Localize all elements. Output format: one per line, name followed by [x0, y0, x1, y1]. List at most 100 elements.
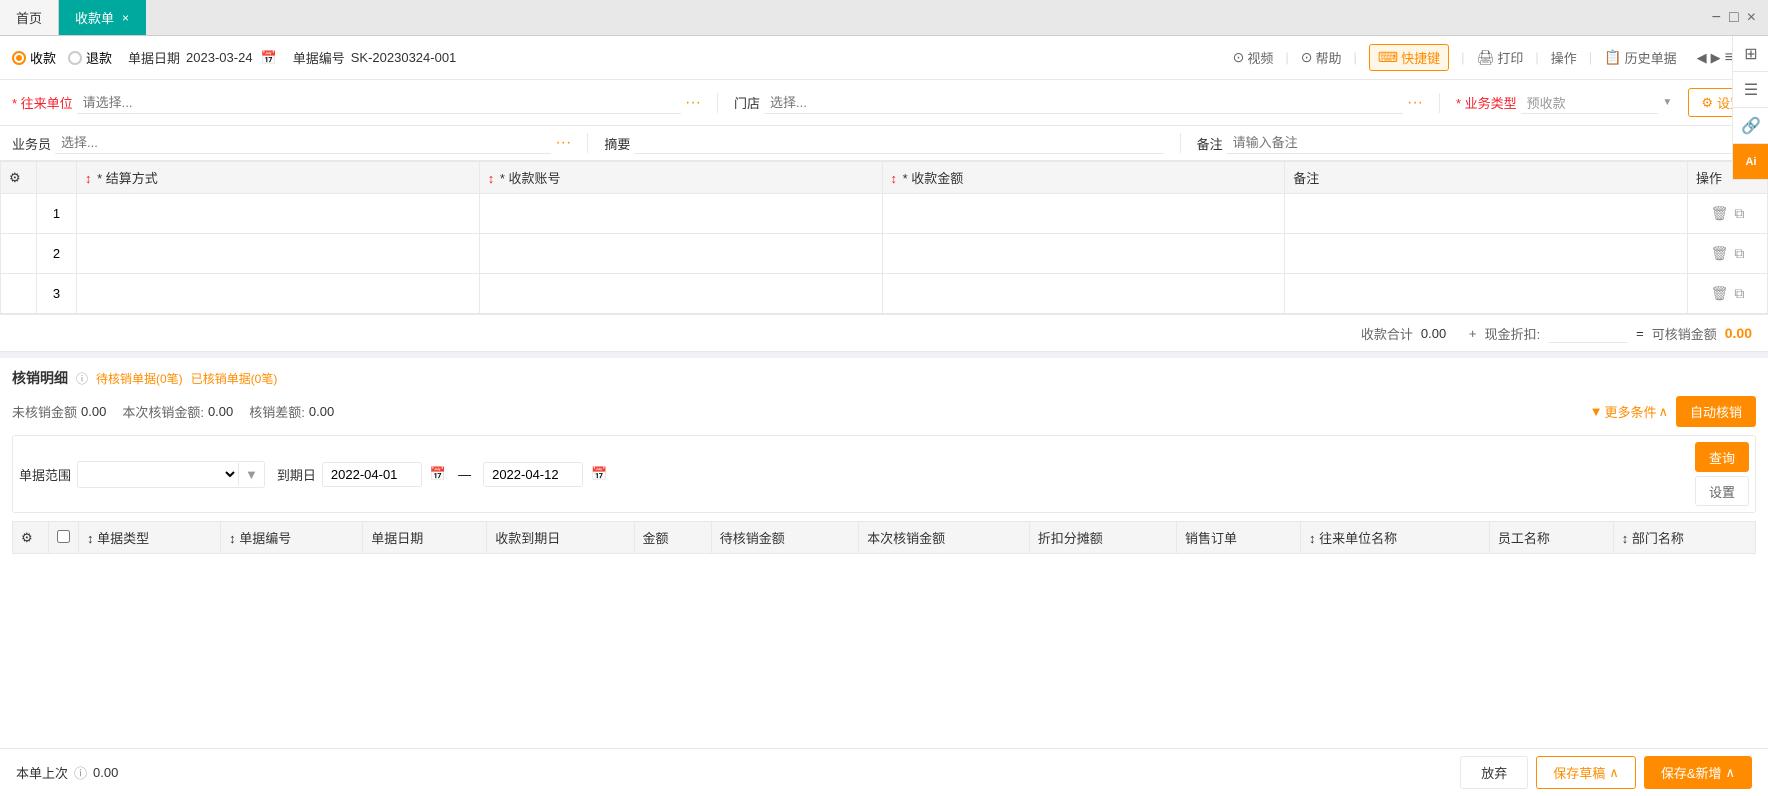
bottom-checkbox-header[interactable]: [49, 522, 79, 554]
row2-account[interactable]: [479, 234, 882, 274]
window-max-icon[interactable]: □: [1729, 9, 1739, 27]
shortcut-icon: ⌨: [1378, 49, 1398, 66]
row3-account-input[interactable]: [480, 274, 882, 313]
shortcut-btn[interactable]: ⌨ 快捷键: [1369, 44, 1449, 71]
range-select[interactable]: [78, 462, 238, 487]
counterpart-more-icon[interactable]: ···: [685, 94, 701, 112]
tab-home[interactable]: 首页: [0, 0, 59, 35]
table-row: 3 🗑 ⧉: [1, 274, 1768, 314]
sidebar-link-icon[interactable]: 🔗: [1733, 108, 1768, 144]
nav-left-icon[interactable]: ◀: [1697, 50, 1707, 66]
done-tab[interactable]: 已核销单据(0笔): [191, 370, 278, 387]
row2-notes[interactable]: [1285, 234, 1688, 274]
store-label: 门店: [734, 93, 760, 112]
bottom-gear-header[interactable]: ⚙: [13, 522, 49, 554]
pending-tab[interactable]: 待核销单据(0笔): [96, 370, 183, 387]
form-row-1: * 往来单位 ··· 门店 ··· * 业务类型 ▼ ⚙ 设置: [0, 80, 1768, 126]
row3-amount-input[interactable]: [883, 274, 1285, 313]
row2-delete-icon[interactable]: 🗑: [1711, 245, 1729, 262]
row3-num: 3: [37, 274, 77, 314]
row1-ops-group: 🗑 ⧉: [1688, 205, 1767, 222]
counterpart-field: * 往来单位 ···: [12, 92, 701, 114]
notes-field: 备注: [1197, 132, 1756, 154]
select-all-checkbox[interactable]: [57, 530, 70, 543]
tab-active[interactable]: 收款单 ×: [59, 0, 146, 35]
date-from-input[interactable]: [322, 462, 422, 487]
row1-amount[interactable]: [882, 194, 1285, 234]
help-btn[interactable]: ⊙ 帮助: [1301, 48, 1342, 67]
sep2: [1439, 93, 1440, 113]
row2-amount[interactable]: [882, 234, 1285, 274]
table-gear-header[interactable]: ⚙: [1, 162, 37, 194]
business-type-dropdown-icon[interactable]: ▼: [1662, 97, 1672, 108]
row2-settlement[interactable]: [77, 234, 480, 274]
row1-num: 1: [37, 194, 77, 234]
row2-account-input[interactable]: [480, 234, 882, 273]
notes-input[interactable]: [1227, 132, 1756, 154]
tab-close-icon[interactable]: ×: [122, 11, 129, 25]
date-to-input[interactable]: [483, 462, 583, 487]
row1-notes-input[interactable]: [1285, 194, 1687, 233]
row1-delete-icon[interactable]: 🗑: [1711, 205, 1729, 222]
range-dropdown-icon[interactable]: ▼: [238, 463, 264, 486]
footer-help-icon[interactable]: ⓘ: [74, 763, 87, 782]
help-label: 帮助: [1316, 48, 1342, 67]
operation-btn[interactable]: 操作: [1551, 48, 1577, 67]
row3-settlement[interactable]: [77, 274, 480, 314]
sidebar-table-icon[interactable]: ⊞: [1733, 36, 1768, 72]
row1-copy-icon[interactable]: ⧉: [1734, 205, 1744, 222]
store-input[interactable]: [764, 92, 1403, 114]
store-more-icon[interactable]: ···: [1407, 94, 1423, 112]
sidebar-ai-icon[interactable]: Ai: [1733, 144, 1768, 180]
counterpart-label: * 往来单位: [12, 93, 73, 112]
salesman-more-icon[interactable]: ···: [555, 134, 571, 152]
video-btn[interactable]: ⊙ 视频: [1233, 48, 1274, 67]
row3-amount[interactable]: [882, 274, 1285, 314]
counterpart-input[interactable]: [77, 92, 681, 114]
total-value: 0.00: [1421, 326, 1461, 341]
date-icon[interactable]: 📅: [261, 50, 277, 66]
row2-amount-input[interactable]: [883, 234, 1285, 273]
verify-help-icon[interactable]: ⓘ: [76, 370, 88, 387]
row1-notes[interactable]: [1285, 194, 1688, 234]
row2-copy-icon[interactable]: ⧉: [1734, 245, 1744, 262]
print-btn[interactable]: 🖨 打印: [1477, 48, 1524, 67]
nav-right-icon[interactable]: ▶: [1711, 50, 1721, 66]
salesman-input[interactable]: [55, 132, 551, 154]
history-btn[interactable]: 📋 历史单据: [1604, 48, 1676, 67]
discount-input[interactable]: [1548, 323, 1628, 343]
radio-receive[interactable]: 收款: [12, 48, 56, 67]
row3-settlement-input[interactable]: [77, 274, 479, 313]
row1-account-input[interactable]: [480, 194, 882, 233]
save-draft-button[interactable]: 保存草稿 ∧: [1536, 756, 1636, 789]
toolbar-right: ⊙ 视频 | ⊙ 帮助 | ⌨ 快捷键 | 🖨 打印 | 操作 |: [1233, 44, 1756, 71]
date-from-calendar-icon[interactable]: 📅: [430, 466, 446, 482]
abandon-button[interactable]: 放弃: [1460, 756, 1528, 789]
row3-notes-input[interactable]: [1285, 274, 1687, 313]
row2-settlement-input[interactable]: [77, 234, 479, 273]
bottom-col-type: ↕ 单据类型: [79, 522, 221, 554]
row1-settlement[interactable]: [77, 194, 480, 234]
summary-input[interactable]: [634, 132, 1163, 154]
sep3: [587, 133, 588, 153]
row1-amount-input[interactable]: [883, 194, 1285, 233]
more-conditions-btn[interactable]: ▼ 更多条件 ∧: [1590, 402, 1668, 421]
save-new-button[interactable]: 保存&新增 ∧: [1644, 756, 1752, 789]
col-account: ↕ * 收款账号: [479, 162, 882, 194]
window-min-icon[interactable]: −: [1712, 9, 1721, 27]
row1-settlement-input[interactable]: [77, 194, 479, 233]
business-type-input[interactable]: [1521, 92, 1659, 114]
query-button[interactable]: 查询: [1695, 442, 1749, 472]
row3-account[interactable]: [479, 274, 882, 314]
auto-clear-button[interactable]: 自动核销: [1676, 396, 1756, 427]
row3-copy-icon[interactable]: ⧉: [1734, 285, 1744, 302]
row2-notes-input[interactable]: [1285, 234, 1687, 273]
window-close-icon[interactable]: ×: [1747, 9, 1756, 27]
row1-account[interactable]: [479, 194, 882, 234]
date-to-calendar-icon[interactable]: 📅: [591, 466, 607, 482]
verify-settings-button[interactable]: 设置: [1695, 476, 1749, 506]
row3-notes[interactable]: [1285, 274, 1688, 314]
sidebar-list-icon[interactable]: ☰: [1733, 72, 1768, 108]
row3-delete-icon[interactable]: 🗑: [1711, 285, 1729, 302]
radio-refund[interactable]: 退款: [68, 48, 112, 67]
